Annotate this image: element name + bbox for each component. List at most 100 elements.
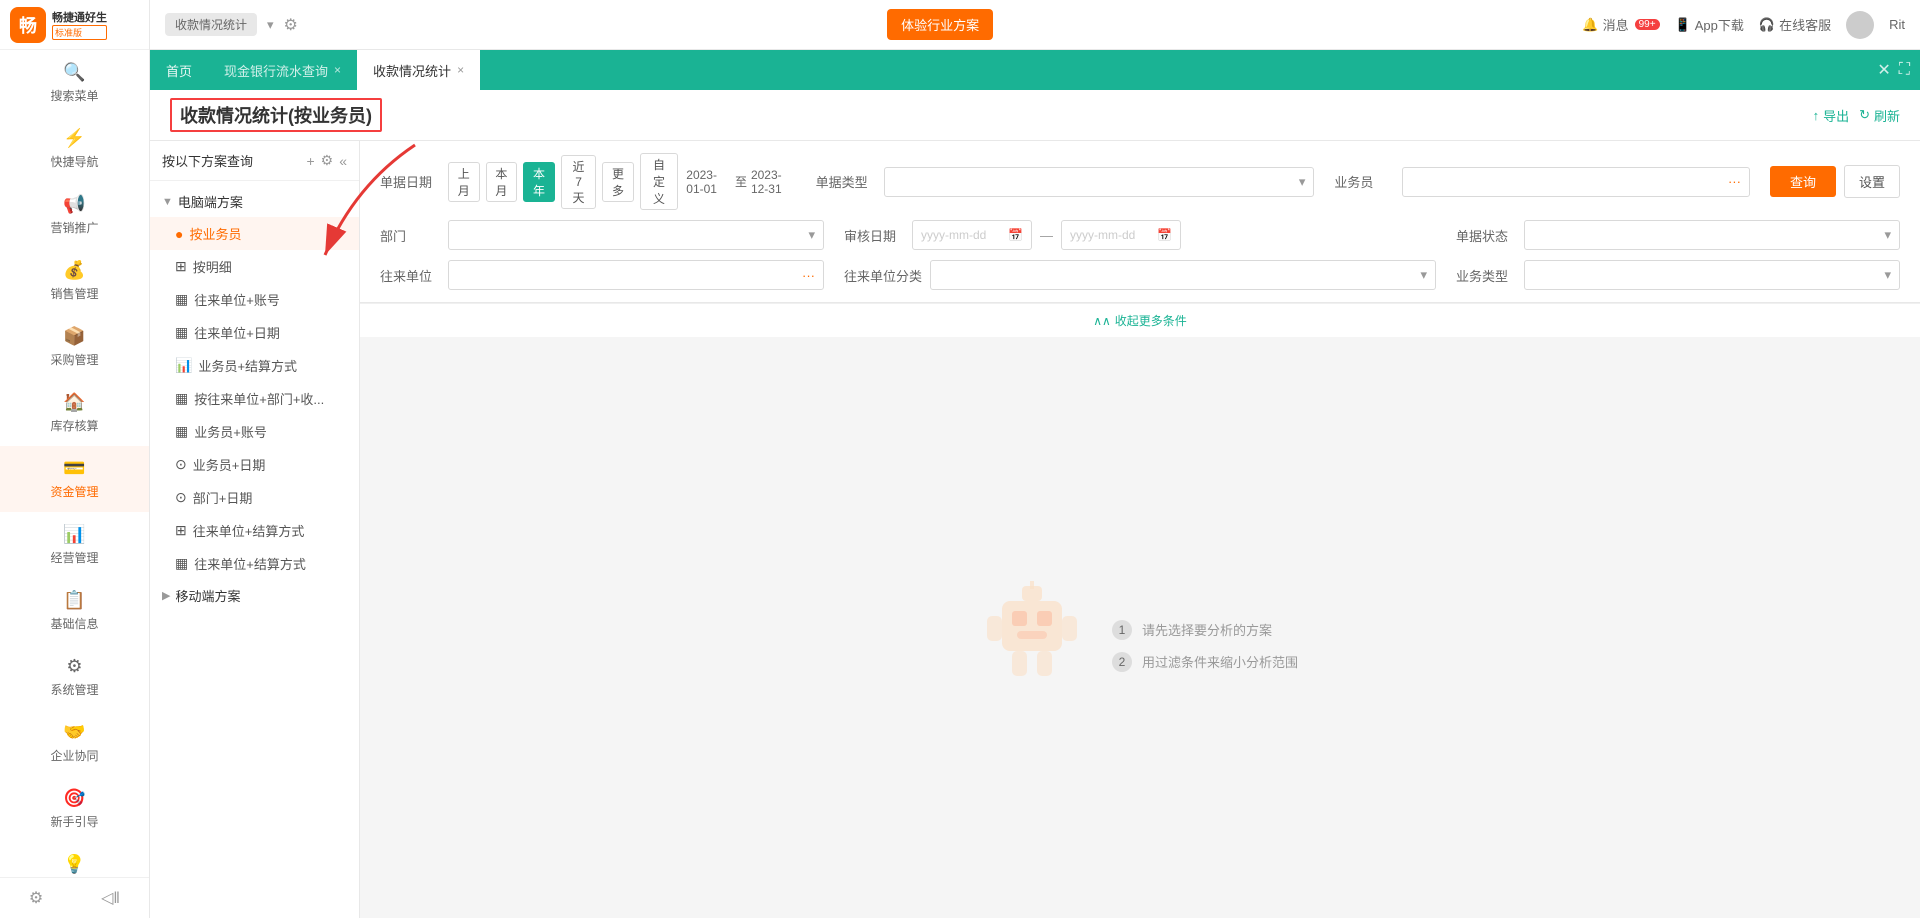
sidebar-item-collab[interactable]: 🤝 企业协同 [0,710,149,776]
main-content: 收款情况统计 ▾ ⚙ 体验行业方案 🔔 消息 99+ 📱 App下载 🎧 在线客… [150,0,1920,918]
tree-item-staff-date[interactable]: ⊙ 业务员+日期 [150,448,359,481]
tree-item-partner-acct[interactable]: ▦ 往来单位+账号 [150,283,359,316]
staff-payment-icon: 📊 [175,357,192,374]
filter-reviewdate-from[interactable]: yyyy-mm-dd 📅 [912,220,1032,250]
filter-dept-select[interactable]: ▾ [448,220,824,250]
sidebar-item-basic[interactable]: 📋 基础信息 [0,578,149,644]
content-area: 按以下方案查询 + ⚙ « ▼ 电脑端方案 ● 按业务员 [150,141,1920,918]
user-avatar[interactable] [1846,11,1874,39]
filter-biztype-label: 业务类型 [1456,266,1516,285]
tree-item-staff-payment[interactable]: 📊 业务员+结算方式 [150,349,359,382]
filter-actions: 查询 设置 [1770,165,1900,198]
app-download-item[interactable]: 📱 App下载 [1675,15,1744,34]
collapse-button[interactable]: ∧∧ 收起更多条件 [360,303,1920,337]
filter-date-item: 单据日期 上月 本月 本年 近7天 更多 自定义 2023-01-01 至 [380,153,796,210]
date-separator: — [1040,228,1053,243]
filter-biztype-item: 业务类型 ▾ [1456,260,1900,290]
date-btn-custom[interactable]: 自定义 [640,153,678,210]
sidebar-item-marketing[interactable]: 📢 营销推广 [0,182,149,248]
query-button[interactable]: 查询 [1770,166,1836,197]
tree-group-mobile-header[interactable]: ▶ 移动端方案 [150,580,359,611]
sidebar-item-search[interactable]: 🔍 搜索菜单 [0,50,149,116]
sidebar-item-finance[interactable]: 💳 资金管理 [0,446,149,512]
billstatus-chevron-icon: ▾ [1884,227,1891,243]
topbar-gear-icon[interactable]: ⚙ [284,15,298,35]
dept-chevron-icon: ▾ [808,227,815,243]
step-1-num: 1 [1112,620,1132,640]
filter-partner-select[interactable]: ··· [448,260,824,290]
date-btn-this-month[interactable]: 本月 [486,162,518,202]
partner-date-icon: ▦ [175,324,188,341]
filter-reviewdate-to[interactable]: yyyy-mm-dd 📅 [1061,220,1181,250]
filter-partner-cat-select[interactable]: ▾ [930,260,1436,290]
tab-receipts[interactable]: 收款情况统计 × [357,50,480,90]
date-btn-last-month[interactable]: 上月 [448,162,480,202]
filter-billtype-select[interactable]: ▾ [884,167,1315,197]
staff-more-btn[interactable]: ··· [1728,174,1741,189]
collab-icon: 🤝 [63,722,85,743]
filter-partner-cat-item: 往来单位分类 ▾ [844,260,1436,290]
empty-content: 1 请先选择要分析的方案 2 用过滤条件来缩小分析范围 [982,571,1298,684]
sidebar-item-sales[interactable]: 💰 销售管理 [0,248,149,314]
calendar-from-icon: 📅 [1008,228,1023,242]
tree-item-partner-settle2[interactable]: ▦ 往来单位+结算方式 [150,547,359,580]
filter-staff-select[interactable]: ··· [1402,167,1750,197]
window-controls: ✕ ⛶ [1877,60,1920,80]
page-header: 收款情况统计(按业务员) ↑ 导出 ↻ 刷新 [150,90,1920,141]
notification-item[interactable]: 🔔 消息 99+ [1582,15,1659,34]
tree-item-partner-settle1[interactable]: ⊞ 往来单位+结算方式 [150,514,359,547]
empty-step-1: 1 请先选择要分析的方案 [1112,620,1298,640]
tree-item-dept-date[interactable]: ⊙ 部门+日期 [150,481,359,514]
tree-item-partner-dept[interactable]: ▦ 按往来单位+部门+收... [150,382,359,415]
partner-more-btn[interactable]: ··· [802,268,815,283]
panel-collapse-btn[interactable]: « [339,153,347,169]
tree-item-label: 按明细 [193,257,232,276]
panel-settings-btn[interactable]: ⚙ [321,152,334,169]
marketing-icon: 📢 [63,194,85,215]
sidebar-item-newbie[interactable]: 🎯 新手引导 [0,776,149,842]
tab-bank-close[interactable]: × [334,63,341,77]
date-btn-more[interactable]: 更多 [602,162,634,202]
filter-billstatus-select[interactable]: ▾ [1524,220,1900,250]
filter-biztype-select[interactable]: ▾ [1524,260,1900,290]
tab-home[interactable]: 首页 [150,50,208,90]
tree-item-by-staff[interactable]: ● 按业务员 [150,217,359,250]
breadcrumb-dropdown[interactable]: ▾ [267,17,274,33]
panel-header: 按以下方案查询 + ⚙ « [150,141,359,181]
sidebar-item-label: 营销推广 [50,219,98,236]
sidebar-item-inventory[interactable]: 🏠 库存核算 [0,380,149,446]
export-button[interactable]: ↑ 导出 [1813,106,1850,125]
tree-item-partner-date[interactable]: ▦ 往来单位+日期 [150,316,359,349]
settings-footer-btn[interactable]: ⚙ [29,888,43,908]
tab-bank-label: 现金银行流水查询 [224,61,328,80]
tab-bank[interactable]: 现金银行流水查询 × [208,50,357,90]
trial-button[interactable]: 体验行业方案 [887,9,993,40]
topbar-left: 收款情况统计 ▾ ⚙ [165,13,298,36]
online-service-item[interactable]: 🎧 在线客服 [1759,15,1831,34]
tab-receipts-close[interactable]: × [457,63,464,77]
partner-settle2-icon: ▦ [175,555,188,572]
headset-icon: 🎧 [1759,17,1775,33]
tree-item-detail[interactable]: ⊞ 按明细 [150,250,359,283]
tree-item-staff-acct[interactable]: ▦ 业务员+账号 [150,415,359,448]
window-close-btn[interactable]: ✕ [1877,60,1890,80]
tree-group-desktop-header[interactable]: ▼ 电脑端方案 [150,186,359,217]
sidebar-item-quicknav[interactable]: ⚡ 快捷导航 [0,116,149,182]
collapse-footer-btn[interactable]: ◁‖ [101,888,120,908]
panel-add-btn[interactable]: + [306,153,314,169]
sidebar-item-system[interactable]: ⚙ 系统管理 [0,644,149,710]
date-btn-7days[interactable]: 近7天 [561,155,596,209]
date-btn-this-year[interactable]: 本年 [523,162,555,202]
sidebar-item-purchase[interactable]: 📦 采购管理 [0,314,149,380]
sidebar-item-label: 新手引导 [50,813,98,830]
newbie-icon: 🎯 [63,788,85,809]
tree-group-desktop-label: 电脑端方案 [178,192,243,211]
tree-item-label: 业务员+结算方式 [198,356,297,375]
filter-partner-cat-label: 往来单位分类 [844,266,922,285]
sidebar-item-operation[interactable]: 📊 经营管理 [0,512,149,578]
refresh-button[interactable]: ↻ 刷新 [1859,106,1900,125]
setting-button[interactable]: 设置 [1844,165,1900,198]
sidebar-item-hardware[interactable]: 💡 智能硬件 [0,842,149,877]
window-maximize-btn[interactable]: ⛶ [1899,61,1910,79]
tree-item-label: 业务员+日期 [193,455,266,474]
